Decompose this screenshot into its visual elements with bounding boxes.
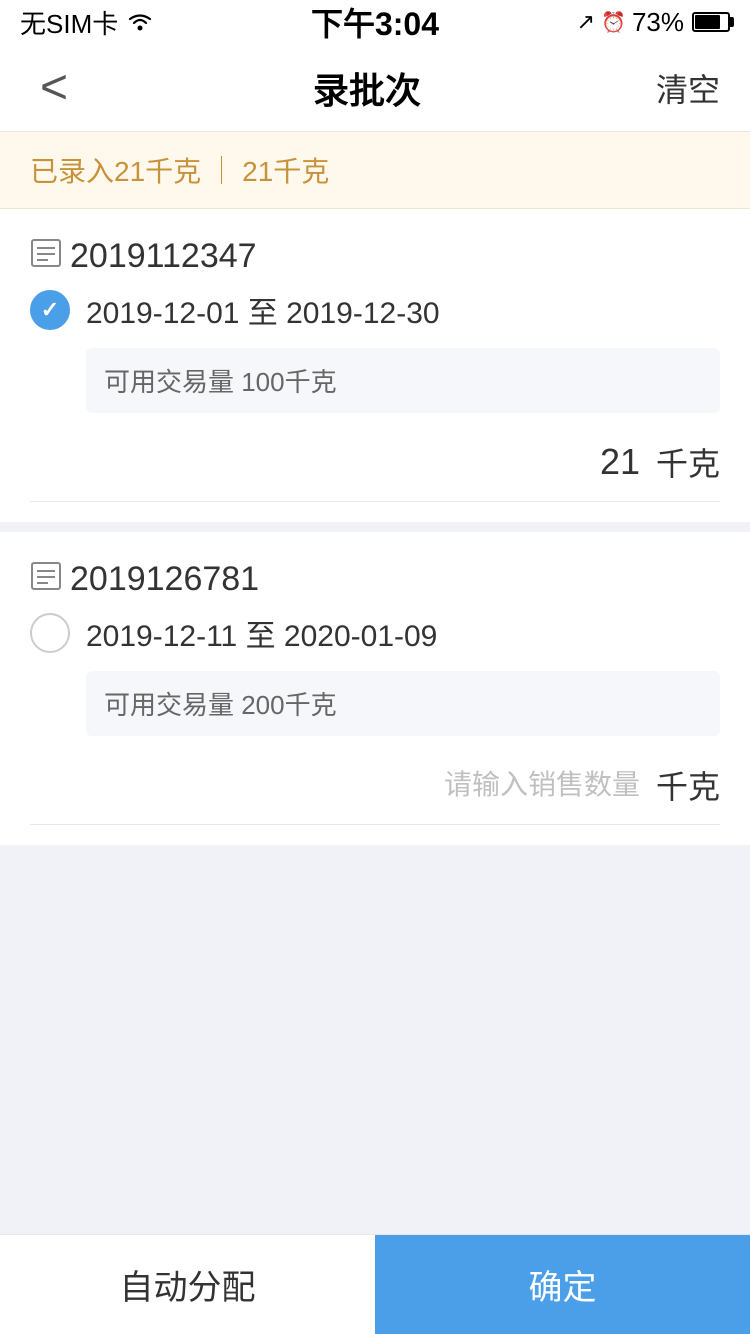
- batch-date-row-1: 2019-12-01 至 2019-12-30: [30, 288, 720, 332]
- radio-2[interactable]: [30, 613, 70, 653]
- radio-1[interactable]: [30, 290, 70, 330]
- battery-percent: 73%: [632, 7, 684, 38]
- battery-icon: [692, 12, 730, 32]
- auto-distribute-button[interactable]: 自动分配: [0, 1235, 375, 1334]
- quantity-input-2[interactable]: [340, 769, 640, 801]
- total-label: 21千克: [242, 150, 329, 190]
- batch-id-1: 2019112347: [70, 237, 257, 276]
- bottom-bar: 自动分配 确定: [0, 1234, 750, 1334]
- batch-date-row-2: 2019-12-11 至 2020-01-09: [30, 611, 720, 655]
- confirm-button[interactable]: 确定: [375, 1235, 750, 1334]
- quantity-row-1: 千克: [30, 429, 720, 502]
- status-left: 无SIM卡: [20, 4, 154, 41]
- status-time: 下午3:04: [311, 0, 439, 45]
- quantity-row-2: 千克: [30, 752, 720, 825]
- back-button[interactable]: <: [30, 50, 78, 125]
- batch-item-2: 2019126781 2019-12-11 至 2020-01-09 可用交易量…: [0, 532, 750, 845]
- quantity-input-1[interactable]: [540, 441, 640, 483]
- quantity-unit-2: 千克: [656, 762, 720, 808]
- batch-availability-2: 可用交易量 200千克: [86, 671, 720, 736]
- quantity-unit-1: 千克: [656, 439, 720, 485]
- clear-button[interactable]: 清空: [656, 65, 720, 111]
- nav-bar: < 录批次 清空: [0, 44, 750, 132]
- batch-date-1: 2019-12-01 至 2019-12-30: [86, 288, 440, 332]
- info-divider: [221, 156, 222, 184]
- batch-date-2: 2019-12-11 至 2020-01-09: [86, 611, 437, 655]
- section-separator: [0, 522, 750, 532]
- location-icon: ↗: [577, 9, 595, 35]
- page-title: 录批次: [313, 62, 421, 114]
- batch-doc-icon-1: [30, 238, 62, 276]
- batch-item-1: 2019112347 2019-12-01 至 2019-12-30 可用交易量…: [0, 209, 750, 522]
- info-banner: 已录入21千克 21千克: [0, 132, 750, 209]
- batch-id-2: 2019126781: [70, 560, 259, 599]
- availability-text-1: 可用交易量 100千克: [104, 367, 337, 397]
- status-bar: 无SIM卡 下午3:04 ↗ ⏰ 73%: [0, 0, 750, 44]
- status-right: ↗ ⏰ 73%: [577, 7, 730, 38]
- carrier-text: 无SIM卡: [20, 4, 118, 41]
- wifi-icon: [126, 7, 154, 38]
- batch-availability-1: 可用交易量 100千克: [86, 348, 720, 413]
- filler-area: [0, 845, 750, 1145]
- batch-header-2: 2019126781: [30, 560, 720, 599]
- batch-header-1: 2019112347: [30, 237, 720, 276]
- recorded-label: 已录入21千克: [30, 150, 201, 190]
- alarm-icon: ⏰: [601, 10, 626, 35]
- batch-doc-icon-2: [30, 561, 62, 599]
- availability-text-2: 可用交易量 200千克: [104, 690, 337, 720]
